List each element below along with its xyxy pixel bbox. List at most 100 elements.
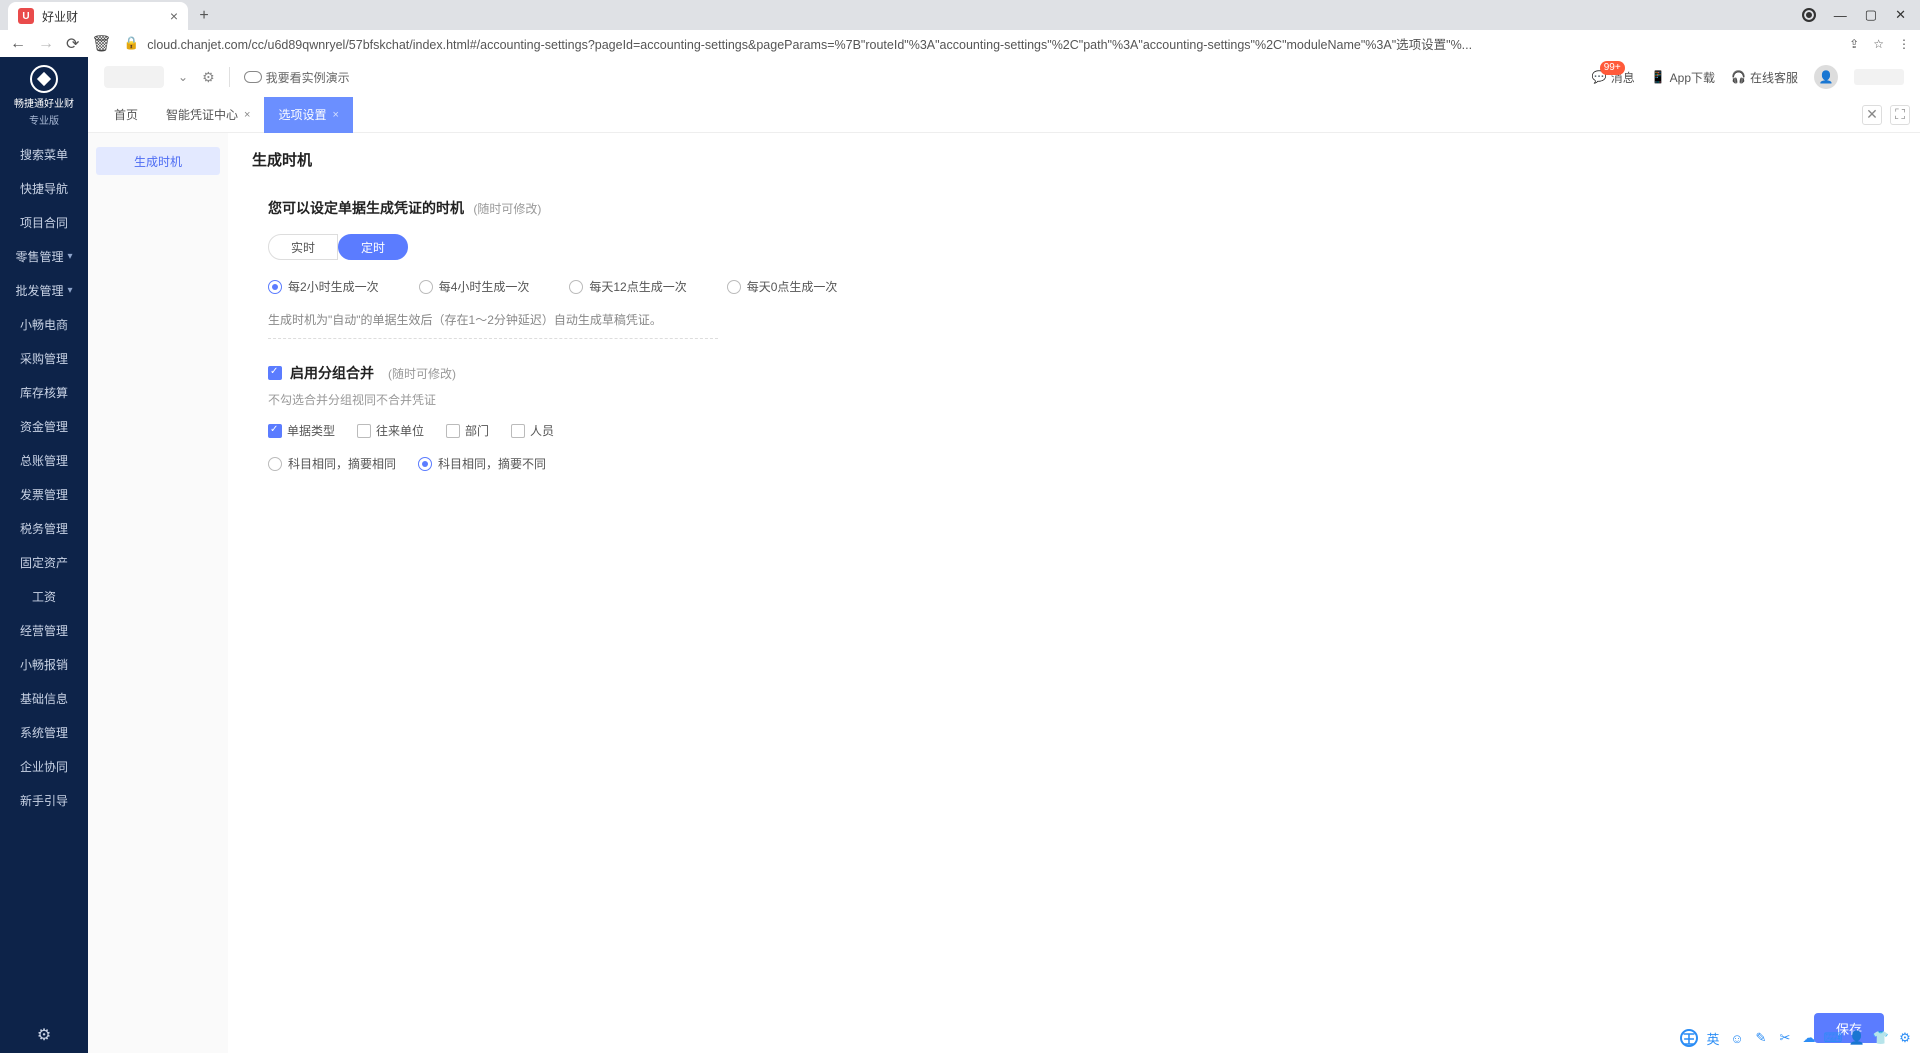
sidebar-item-business[interactable]: 经营管理 xyxy=(0,613,88,647)
sidebar-item-search[interactable]: 搜索菜单 xyxy=(0,137,88,171)
divider xyxy=(229,67,230,87)
chevron-down-icon: ▾ xyxy=(67,285,72,296)
group-person[interactable]: 人员 xyxy=(511,422,554,439)
sidebar-item-quicknav[interactable]: 快捷导航 xyxy=(0,171,88,205)
install-icon[interactable]: ⇪ xyxy=(1849,37,1859,51)
section-hint: (随时可修改) xyxy=(473,202,541,216)
ime-cloud-icon[interactable]: ☁ xyxy=(1800,1029,1818,1047)
freq-2h[interactable]: 每2小时生成一次 xyxy=(268,278,379,295)
fullscreen-icon[interactable]: ⛶ xyxy=(1890,105,1910,125)
sidebar-item-purchase[interactable]: 采购管理 xyxy=(0,341,88,375)
sidebar-item-system[interactable]: 系统管理 xyxy=(0,715,88,749)
group-by-row: 单据类型 往来单位 部门 人员 xyxy=(268,422,1896,439)
sidebar-item-guide[interactable]: 新手引导 xyxy=(0,783,88,817)
sidebar-item-basic[interactable]: 基础信息 xyxy=(0,681,88,715)
avatar[interactable]: 👤 xyxy=(1814,65,1838,89)
tab-strip: U 好业财 × + — ▢ ✕ xyxy=(0,0,1920,30)
freq-4h[interactable]: 每4小时生成一次 xyxy=(419,278,530,295)
main-pane: 生成时机 您可以设定单据生成凭证的时机 (随时可修改) 实时 定时 每2小时生成… xyxy=(228,133,1920,1053)
sidebar-item-contract[interactable]: 项目合同 xyxy=(0,205,88,239)
reload-icon[interactable]: ⟳ xyxy=(66,34,79,54)
trash-icon[interactable]: 🗑 xyxy=(91,34,111,54)
freq-12pm[interactable]: 每天12点生成一次 xyxy=(569,278,686,295)
freq-0am[interactable]: 每天0点生成一次 xyxy=(727,278,838,295)
frequency-options: 每2小时生成一次 每4小时生成一次 每天12点生成一次 每天0点生成一次 xyxy=(268,278,1896,295)
url-box[interactable]: 🔒 cloud.chanjet.com/cc/u6d89qwnryel/57bf… xyxy=(124,34,1837,53)
sidebar-item-ecommerce[interactable]: 小畅电商 xyxy=(0,307,88,341)
sidebar-item-retail[interactable]: 零售管理▾ xyxy=(0,239,88,273)
forward-icon[interactable]: → xyxy=(38,35,54,53)
timing-mode-switch: 实时 定时 xyxy=(268,234,1896,260)
company-selector[interactable] xyxy=(104,66,164,88)
sidebar-item-inventory[interactable]: 库存核算 xyxy=(0,375,88,409)
sidebar-item-ledger[interactable]: 总账管理 xyxy=(0,443,88,477)
gear-icon[interactable]: ⚙ xyxy=(202,69,215,86)
messages-button[interactable]: 💬 消息 99+ xyxy=(1592,69,1635,86)
back-icon[interactable]: ← xyxy=(10,35,26,53)
group-doc-type[interactable]: 单据类型 xyxy=(268,422,335,439)
tab-voucher-center[interactable]: 智能凭证中心 × xyxy=(152,97,264,133)
switch-scheduled[interactable]: 定时 xyxy=(338,234,408,260)
sidebar-item-salary[interactable]: 工资 xyxy=(0,579,88,613)
close-all-icon[interactable]: ✕ xyxy=(1862,105,1882,125)
account-icon[interactable] xyxy=(1802,8,1816,22)
chevron-down-icon: ▾ xyxy=(67,251,72,262)
ime-edit-icon[interactable]: ✎ xyxy=(1752,1029,1770,1047)
ime-lang[interactable]: 英 xyxy=(1704,1029,1722,1047)
sidebar-item-assets[interactable]: 固定资产 xyxy=(0,545,88,579)
sidebar-item-expense[interactable]: 小畅报销 xyxy=(0,647,88,681)
section-title: 您可以设定单据生成凭证的时机 xyxy=(268,200,464,216)
more-icon[interactable]: ⋮ xyxy=(1898,37,1910,51)
support-button[interactable]: 🎧 在线客服 xyxy=(1731,69,1798,86)
support-label: 在线客服 xyxy=(1750,69,1798,86)
minimize-icon[interactable]: — xyxy=(1834,8,1847,23)
sidebar-item-funds[interactable]: 资金管理 xyxy=(0,409,88,443)
ime-user-icon[interactable]: 👤 xyxy=(1848,1029,1866,1047)
star-icon[interactable]: ☆ xyxy=(1873,37,1884,51)
group-dept[interactable]: 部门 xyxy=(446,422,489,439)
gear-icon[interactable]: ⚙ xyxy=(37,1025,51,1045)
tab-label: 智能凭证中心 xyxy=(166,106,238,123)
demo-link[interactable]: 我要看实例演示 xyxy=(244,69,350,86)
radio-icon xyxy=(419,280,433,294)
checkbox-icon xyxy=(446,424,460,438)
sidebar-item-collab[interactable]: 企业协同 xyxy=(0,749,88,783)
chevron-down-icon[interactable]: ⌄ xyxy=(178,70,188,84)
tab-settings[interactable]: 选项设置 × xyxy=(264,97,352,133)
username[interactable] xyxy=(1854,69,1904,85)
tab-home[interactable]: 首页 xyxy=(100,97,152,133)
ime-shirt-icon[interactable]: 👕 xyxy=(1872,1029,1890,1047)
browser-tab[interactable]: U 好业财 × xyxy=(8,2,188,30)
submenu-item-timing[interactable]: 生成时机 xyxy=(96,147,220,175)
close-icon[interactable]: × xyxy=(332,109,338,121)
app-root: 畅捷通好业财 专业版 搜索菜单 快捷导航 项目合同 零售管理▾ 批发管理▾ 小畅… xyxy=(0,57,1920,1053)
ime-keyboard-icon[interactable]: ⌨ xyxy=(1824,1029,1842,1047)
tab-label: 选项设置 xyxy=(278,106,326,123)
merge-same-summary[interactable]: 科目相同，摘要相同 xyxy=(268,455,396,472)
close-icon[interactable]: × xyxy=(244,109,250,121)
close-window-icon[interactable]: ✕ xyxy=(1895,7,1906,23)
divider xyxy=(268,338,718,339)
download-button[interactable]: 📱 App下载 xyxy=(1651,69,1715,86)
sidebar-item-wholesale[interactable]: 批发管理▾ xyxy=(0,273,88,307)
merge-diff-summary[interactable]: 科目相同，摘要不同 xyxy=(418,455,546,472)
switch-realtime[interactable]: 实时 xyxy=(268,234,338,260)
sidebar-item-invoice[interactable]: 发票管理 xyxy=(0,477,88,511)
close-icon[interactable]: × xyxy=(170,8,178,24)
left-submenu: 生成时机 xyxy=(88,133,228,1053)
ime-gear-icon[interactable]: ⚙ xyxy=(1896,1029,1914,1047)
maximize-icon[interactable]: ▢ xyxy=(1865,7,1877,23)
new-tab-button[interactable]: + xyxy=(192,4,216,28)
group-sub-hint: 不勾选合并分组视同不合并凭证 xyxy=(268,391,1896,408)
browser-chrome: U 好业财 × + — ▢ ✕ ← → ⟳ 🗑 🔒 cloud.chanjet.… xyxy=(0,0,1920,57)
checkbox-group-enable[interactable] xyxy=(268,366,282,380)
group-party[interactable]: 往来单位 xyxy=(357,422,424,439)
group-enable-row: 启用分组合并 (随时可修改) xyxy=(268,363,1896,383)
sidebar-item-tax[interactable]: 税务管理 xyxy=(0,511,88,545)
ime-logo-icon[interactable]: 王 xyxy=(1680,1029,1698,1047)
ime-cut-icon[interactable]: ✂ xyxy=(1776,1029,1794,1047)
radio-icon xyxy=(727,280,741,294)
headset-icon: 🎧 xyxy=(1731,70,1746,84)
ime-face-icon[interactable]: ☺ xyxy=(1728,1029,1746,1047)
cloud-icon xyxy=(244,71,262,83)
